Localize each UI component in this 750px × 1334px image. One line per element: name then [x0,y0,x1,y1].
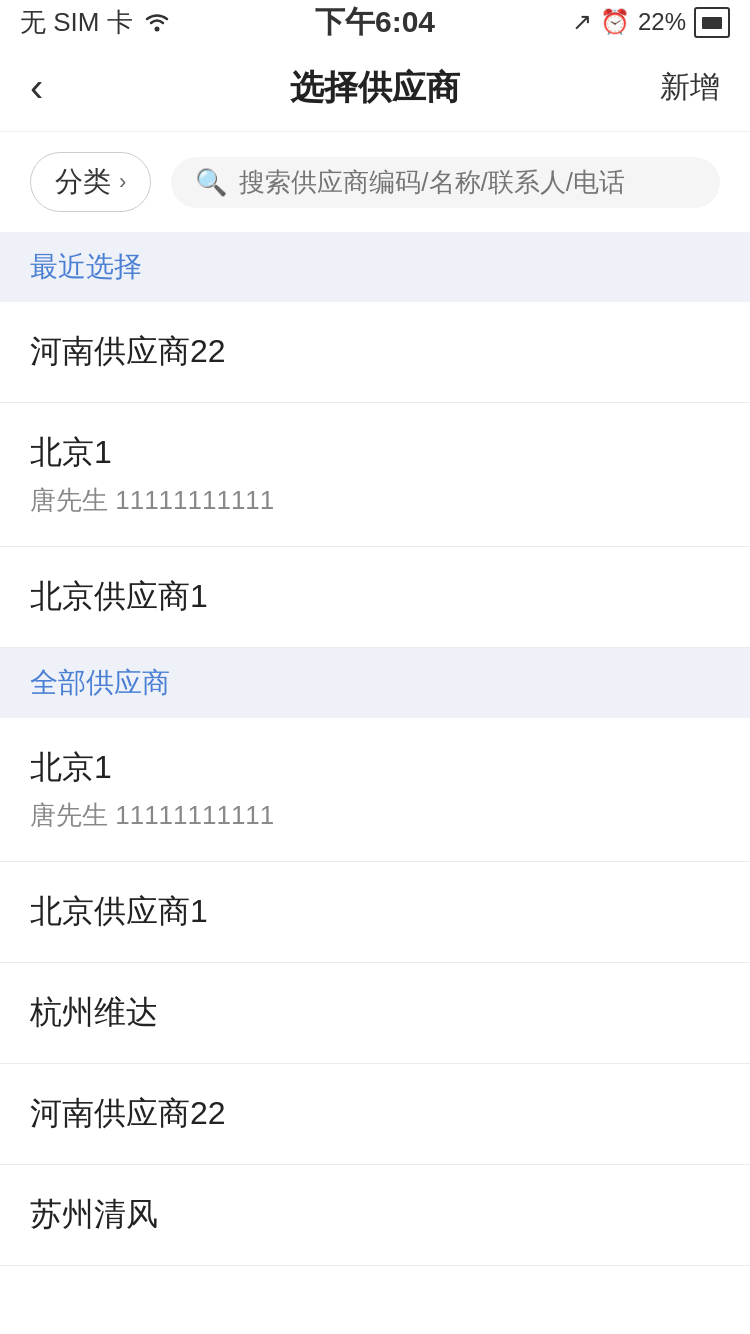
list-item-name: 河南供应商22 [30,1092,720,1136]
list-item-name: 北京1 [30,431,720,475]
alarm-icon: ⏰ [600,8,630,36]
section-header-recent: 最近选择 [0,232,750,302]
search-box[interactable]: 🔍 [171,157,720,208]
section-header-text-recent: 最近选择 [30,251,142,282]
list-item[interactable]: 苏州清风 [0,1165,750,1266]
sections-container: 最近选择河南供应商22 北京1 唐先生 11111111111 北京供应商1 全部供应商… [0,232,750,1266]
section-header-all: 全部供应商 [0,648,750,718]
list-item[interactable]: 北京1 唐先生 11111111111 [0,403,750,547]
search-icon: 🔍 [195,167,227,198]
list-item-name: 杭州维达 [30,991,720,1035]
list-item-name: 苏州清风 [30,1193,720,1237]
list-item[interactable]: 河南供应商22 [0,1064,750,1165]
list-item-name: 北京供应商1 [30,575,720,619]
nav-bar: ‹ 选择供应商 新增 [0,44,750,132]
status-right: ↗ ⏰ 22% [572,7,730,38]
category-button[interactable]: 分类 › [30,152,151,212]
filter-bar: 分类 › 🔍 [0,132,750,232]
list-item-sub: 唐先生 11111111111 [30,798,720,833]
status-time: 下午6:04 [315,2,435,43]
battery-icon [694,7,730,38]
list-item-sub: 唐先生 11111111111 [30,483,720,518]
sim-label: 无 SIM 卡 [20,5,133,40]
list-item[interactable]: 杭州维达 [0,963,750,1064]
list-item[interactable]: 河南供应商22 [0,302,750,403]
list-item-name: 北京1 [30,746,720,790]
status-left: 无 SIM 卡 [20,5,173,40]
search-input[interactable] [239,167,696,198]
back-button[interactable]: ‹ [30,65,90,110]
status-bar: 无 SIM 卡 下午6:04 ↗ ⏰ 22% [0,0,750,44]
list-item[interactable]: 北京供应商1 [0,862,750,963]
wifi-icon [141,10,173,34]
svg-point-0 [154,27,159,32]
chevron-right-icon: › [119,169,126,195]
list-item[interactable]: 北京1 唐先生 11111111111 [0,718,750,862]
list-item-name: 北京供应商1 [30,890,720,934]
category-label: 分类 [55,163,111,201]
location-icon: ↗ [572,8,592,36]
list-item-name: 河南供应商22 [30,330,720,374]
new-button[interactable]: 新增 [660,67,720,108]
list-item[interactable]: 北京供应商1 [0,547,750,648]
battery-percentage: 22% [638,8,686,36]
section-header-text-all: 全部供应商 [30,667,170,698]
page-title: 选择供应商 [290,65,460,111]
